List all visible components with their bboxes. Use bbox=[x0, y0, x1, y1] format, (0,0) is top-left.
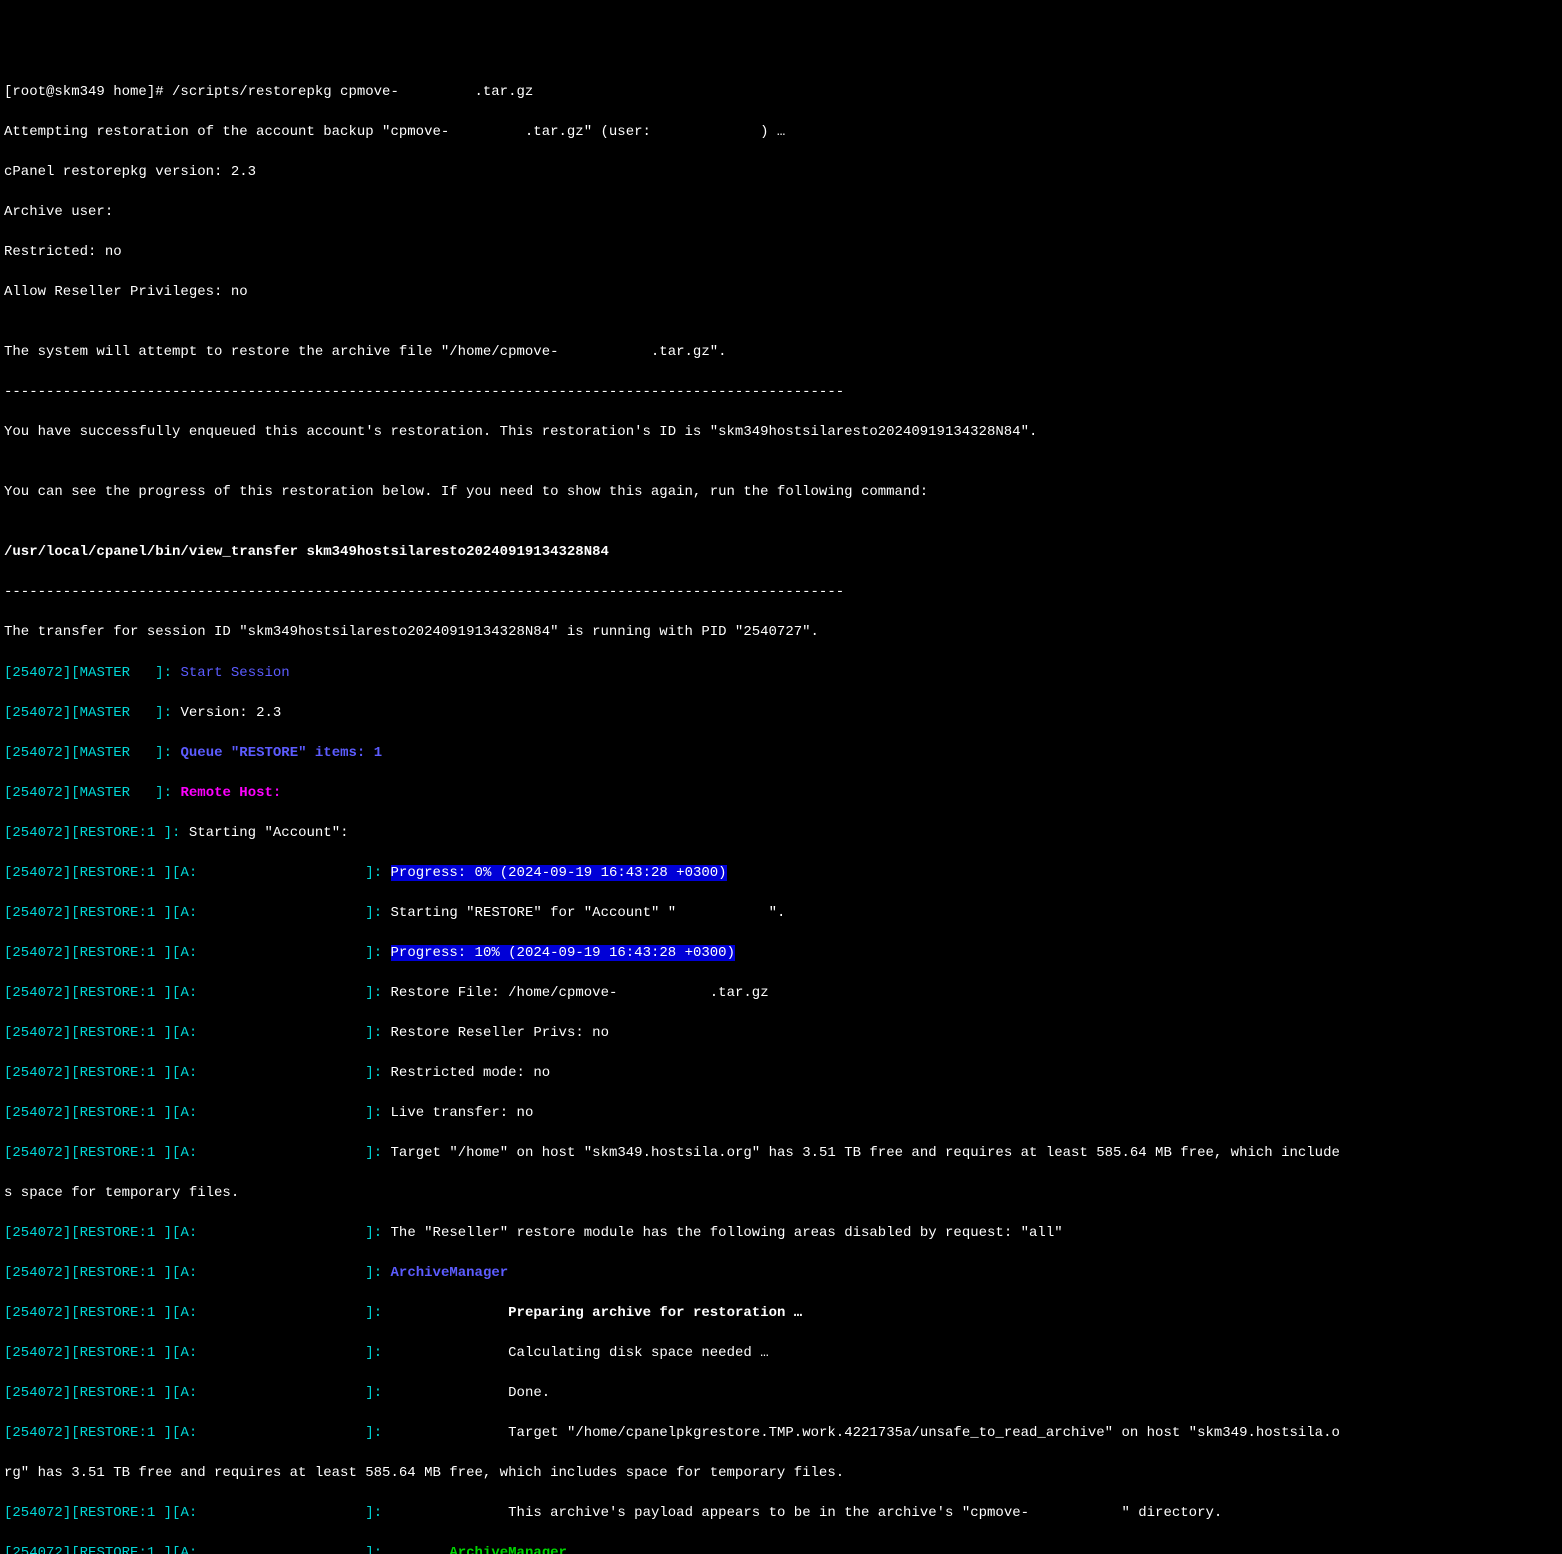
log-line: [254072][RESTORE:1 ]: Starting "Account"… bbox=[4, 823, 1558, 843]
log-line: [254072][RESTORE:1 ][A: ]: Target "/home… bbox=[4, 1423, 1558, 1443]
log-line: [254072][RESTORE:1 ][A: ]: Progress: 0% … bbox=[4, 863, 1558, 883]
terminal-line: /usr/local/cpanel/bin/view_transfer skm3… bbox=[4, 542, 1558, 562]
terminal-line: cPanel restorepkg version: 2.3 bbox=[4, 162, 1558, 182]
log-line: [254072][RESTORE:1 ][A: ]: This archive'… bbox=[4, 1503, 1558, 1523]
log-line: [254072][RESTORE:1 ][A: ]: Progress: 10%… bbox=[4, 943, 1558, 963]
log-line: [254072][RESTORE:1 ][A: ]: Restore File:… bbox=[4, 983, 1558, 1003]
terminal-line: [root@skm349 home]# /scripts/restorepkg … bbox=[4, 82, 1558, 102]
log-line: [254072][MASTER ]: Start Session bbox=[4, 663, 1558, 683]
log-line: [254072][MASTER ]: Remote Host: bbox=[4, 783, 1558, 803]
log-line: rg" has 3.51 TB free and requires at lea… bbox=[4, 1463, 1558, 1483]
progress-highlight: Progress: 10% (2024-09-19 16:43:28 +0300… bbox=[391, 945, 735, 961]
progress-highlight: Progress: 0% (2024-09-19 16:43:28 +0300) bbox=[391, 865, 727, 881]
terminal-line: Archive user: bbox=[4, 202, 1558, 222]
log-line: [254072][RESTORE:1 ][A: ]: Restore Resel… bbox=[4, 1023, 1558, 1043]
log-line: [254072][RESTORE:1 ][A: ]: Starting "RES… bbox=[4, 903, 1558, 923]
terminal-line: Restricted: no bbox=[4, 242, 1558, 262]
terminal-line: The transfer for session ID "skm349hosts… bbox=[4, 622, 1558, 642]
log-line: [254072][RESTORE:1 ][A: ]: ArchiveManage… bbox=[4, 1263, 1558, 1283]
log-line: [254072][RESTORE:1 ][A: ]: Live transfer… bbox=[4, 1103, 1558, 1123]
terminal-line: Allow Reseller Privileges: no bbox=[4, 282, 1558, 302]
log-line: [254072][RESTORE:1 ][A: ]: The "Reseller… bbox=[4, 1223, 1558, 1243]
terminal-line: Attempting restoration of the account ba… bbox=[4, 122, 1558, 142]
log-line: [254072][MASTER ]: Version: 2.3 bbox=[4, 703, 1558, 723]
terminal-line: You can see the progress of this restora… bbox=[4, 482, 1558, 502]
terminal-line: You have successfully enqueued this acco… bbox=[4, 422, 1558, 442]
log-line: [254072][RESTORE:1 ][A: ]: Restricted mo… bbox=[4, 1063, 1558, 1083]
log-line: [254072][RESTORE:1 ][A: ]: Preparing arc… bbox=[4, 1303, 1558, 1323]
terminal-line: ----------------------------------------… bbox=[4, 582, 1558, 602]
log-line: [254072][RESTORE:1 ][A: ]: Done. bbox=[4, 1383, 1558, 1403]
terminal-line: The system will attempt to restore the a… bbox=[4, 342, 1558, 362]
log-line: [254072][RESTORE:1 ][A: ]: ArchiveManage… bbox=[4, 1543, 1558, 1554]
log-line: [254072][RESTORE:1 ][A: ]: Calculating d… bbox=[4, 1343, 1558, 1363]
log-line: [254072][RESTORE:1 ][A: ]: Target "/home… bbox=[4, 1143, 1558, 1163]
log-line: s space for temporary files. bbox=[4, 1183, 1558, 1203]
terminal-line: ----------------------------------------… bbox=[4, 382, 1558, 402]
log-line: [254072][MASTER ]: Queue "RESTORE" items… bbox=[4, 743, 1558, 763]
